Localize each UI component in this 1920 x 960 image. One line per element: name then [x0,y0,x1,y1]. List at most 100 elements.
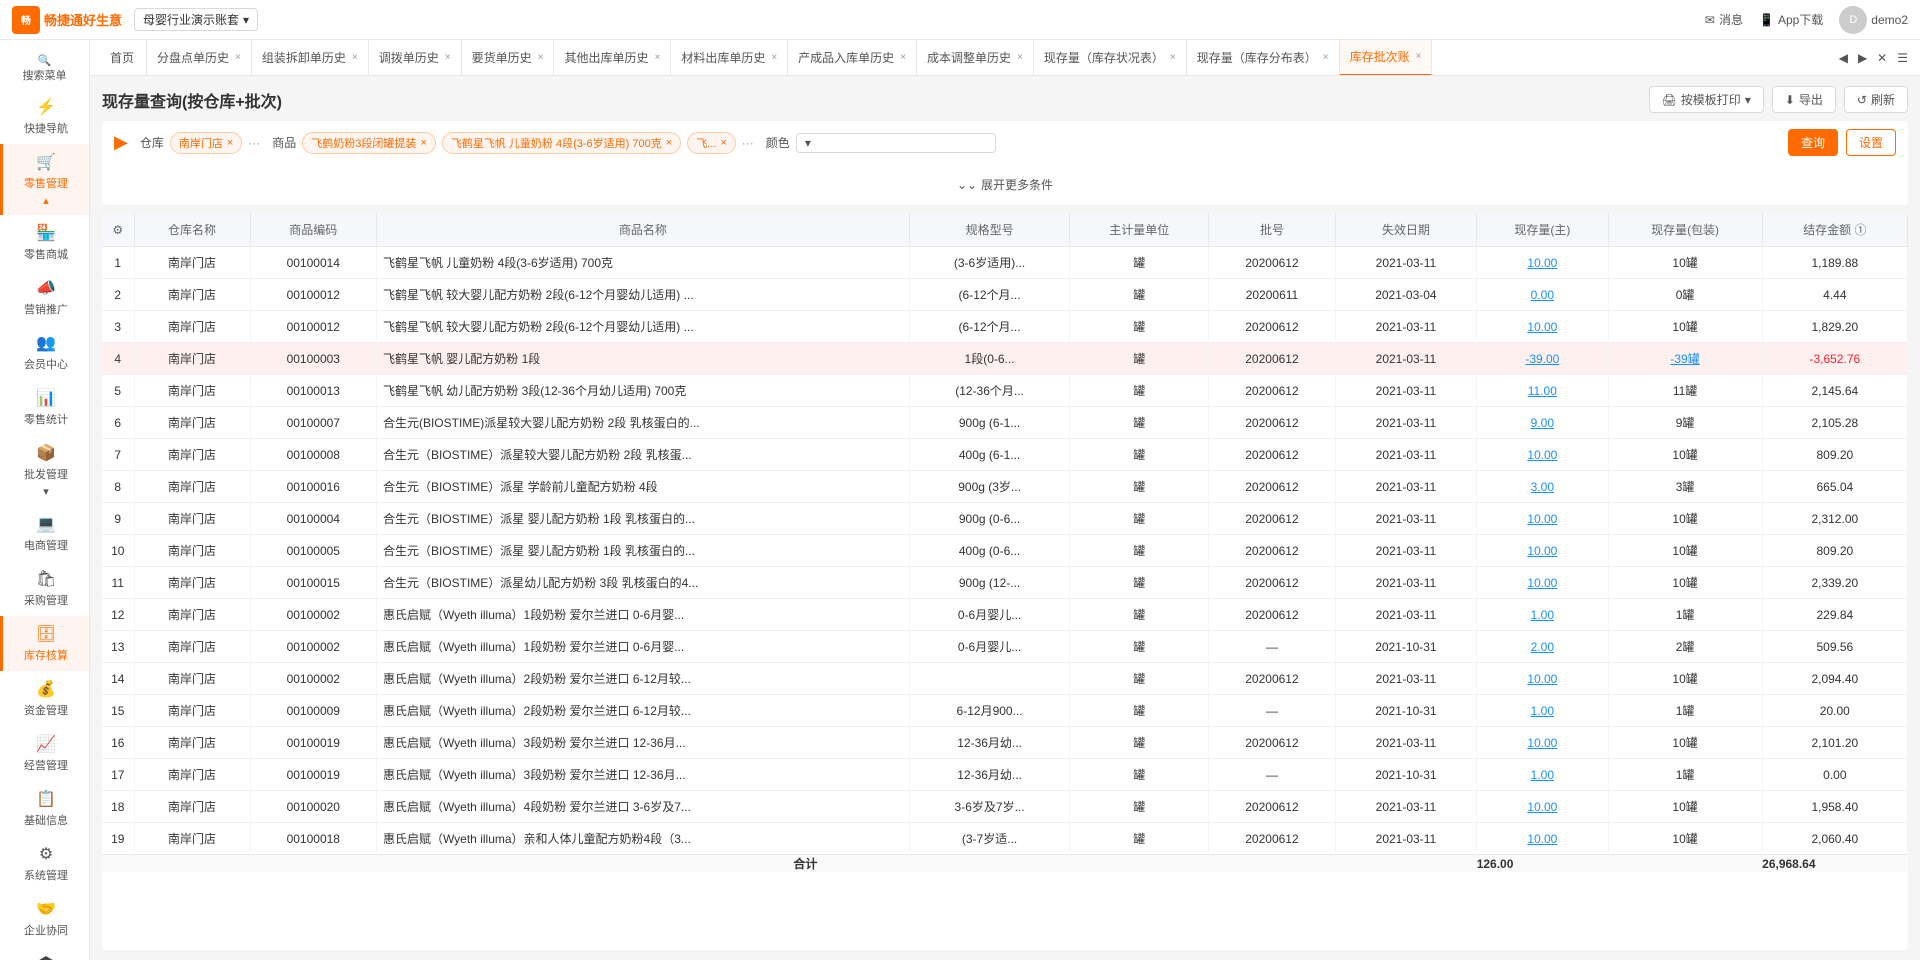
row-qty-main[interactable]: 3.00 [1477,471,1608,503]
tab-inventory-count[interactable]: 分盘点单历史 × [147,40,252,76]
refresh-button[interactable]: ↺ 刷新 [1844,86,1908,113]
row-expire: 2021-03-11 [1335,599,1477,631]
color-input[interactable]: ▾ [796,133,996,153]
sidebar-item-collab[interactable]: 🤝 企业协同 [0,891,89,946]
row-qty-main[interactable]: 0.00 [1477,279,1608,311]
product-more[interactable]: ··· [742,136,754,150]
tab-batch-ledger[interactable]: 库存批次账 × [1340,40,1433,76]
row-qty-main[interactable]: 10.00 [1477,663,1608,695]
tab-material-out[interactable]: 材料出库单历史 × [671,40,788,76]
tab-close-transfer[interactable]: × [445,52,451,63]
tab-close-batch-ledger[interactable]: × [1416,51,1422,62]
tab-prev-button[interactable]: ◀ [1835,49,1852,67]
table-scroll[interactable]: ⚙ 仓库名称 商品编码 商品名称 规格型号 主计量单位 批号 失效日期 现存量(… [102,213,1908,950]
sidebar-item-member[interactable]: 👥 会员中心 [0,325,89,380]
sidebar-search[interactable]: 🔍 搜索菜单 [19,48,71,89]
sidebar-item-inventory[interactable]: 🗄 库存核算 [0,616,89,671]
tab-close-inventory-count[interactable]: × [235,52,241,63]
row-qty-main[interactable]: 10.00 [1477,311,1608,343]
filter-expand-arrow[interactable]: ▶ [114,132,128,153]
row-qty-main[interactable]: 10.00 [1477,727,1608,759]
product-tag-3-close[interactable]: × [720,137,726,149]
sidebar-item-basic-info[interactable]: 📋 基础信息 [0,781,89,836]
sidebar-item-operations[interactable]: 📈 经营管理 [0,726,89,781]
product-tag-2-close[interactable]: × [666,137,672,149]
settings-button[interactable]: 设置 [1846,129,1896,156]
sidebar-item-retail-mgmt[interactable]: 🛒 零售管理 ▴ [0,144,89,215]
tab-close-product-in[interactable]: × [900,52,906,63]
sidebar-item-finance[interactable]: 💰 资金管理 [0,671,89,726]
tab-close-other-out[interactable]: × [654,52,660,63]
tab-next-button[interactable]: ▶ [1854,49,1871,67]
row-qty-main[interactable]: 10.00 [1477,503,1608,535]
tab-transfer[interactable]: 调拨单历史 × [369,40,462,76]
row-qty-main[interactable]: 2.00 [1477,631,1608,663]
tab-close-material-out[interactable]: × [771,52,777,63]
expand-conditions-button[interactable]: ⌄⌄ 展开更多条件 [949,172,1061,197]
warehouse-tag-close[interactable]: × [227,137,233,149]
tab-close-stock-dist[interactable]: × [1323,52,1329,63]
message-button[interactable]: ✉ 消息 [1705,11,1743,28]
sidebar-item-guide[interactable]: 🎓 新手引导 [0,946,89,960]
sidebar-shortcut[interactable]: ⚡ 快捷导航 [0,89,89,144]
table-body: 1 南岸门店 00100014 飞鹤星飞帆 儿童奶粉 4段(3-6岁适用) 70… [102,247,1908,855]
tab-other-out[interactable]: 其他出库单历史 × [554,40,671,76]
warehouse-tag[interactable]: 南岸门店 × [170,132,242,154]
sidebar-item-wholesale[interactable]: 📦 批发管理 ▾ [0,435,89,506]
tab-close-assembly[interactable]: × [352,52,358,63]
row-qty-main[interactable]: 10.00 [1477,567,1608,599]
tab-order[interactable]: 要货单历史 × [462,40,555,76]
tab-home[interactable]: 首页 [98,40,147,76]
print-button[interactable]: 🖨 按模板打印 ▾ [1649,86,1764,113]
tab-close-stock-status[interactable]: × [1170,52,1176,63]
message-label: 消息 [1719,11,1743,28]
row-code: 00100016 [250,471,376,503]
row-qty-main[interactable]: -39.00 [1477,343,1608,375]
logo-icon: 畅 [12,6,40,34]
row-qty-main[interactable]: 10.00 [1477,823,1608,855]
user-avatar-button[interactable]: D demo2 [1839,6,1908,34]
tab-assembly[interactable]: 组装拆卸单历史 × [252,40,369,76]
sidebar-item-purchase[interactable]: 🛍 采购管理 [0,561,89,616]
row-qty-main[interactable]: 10.00 [1477,439,1608,471]
store-selector[interactable]: 母婴行业演示账套 ▾ [134,8,258,31]
row-qty-pkg: 1罐 [1608,695,1762,727]
warehouse-more[interactable]: ··· [248,136,260,150]
row-qty-main[interactable]: 1.00 [1477,695,1608,727]
export-button[interactable]: ⬇ 导出 [1772,86,1836,113]
row-code: 00100008 [250,439,376,471]
sidebar-item-retail-mall[interactable]: 🏪 零售商城 [0,215,89,270]
tab-cost-adjust[interactable]: 成本调整单历史 × [917,40,1034,76]
product-tag-1-close[interactable]: × [420,137,426,149]
row-qty-main[interactable]: 1.00 [1477,599,1608,631]
row-qty-main[interactable]: 1.00 [1477,759,1608,791]
row-warehouse: 南岸门店 [134,823,250,855]
sidebar-item-wholesale-label: 批发管理 [24,466,68,482]
tab-stock-dist[interactable]: 现存量（库存分布表） × [1187,40,1340,76]
tab-menu-button[interactable]: ☰ [1893,49,1912,67]
tab-close-order[interactable]: × [538,52,544,63]
query-button[interactable]: 查询 [1788,129,1838,156]
finance-icon: 💰 [36,679,56,699]
sidebar-item-system[interactable]: ⚙ 系统管理 [0,836,89,891]
tab-close-cost-adjust[interactable]: × [1017,52,1023,63]
row-qty-main[interactable]: 10.00 [1477,535,1608,567]
tab-product-in[interactable]: 产成品入库单历史 × [788,40,917,76]
product-tag-2[interactable]: 飞鹤星飞帆 儿童奶粉 4段(3-6岁适用) 700克 × [442,132,681,154]
row-warehouse: 南岸门店 [134,759,250,791]
sidebar-item-marketing[interactable]: 📣 营销推广 [0,270,89,325]
product-tag-3[interactable]: 飞... × [687,132,736,154]
sidebar-item-ecommerce[interactable]: 💻 电商管理 [0,506,89,561]
row-qty-main[interactable]: 10.00 [1477,791,1608,823]
sidebar-item-retail-stats[interactable]: 📊 零售统计 [0,380,89,435]
tab-stock-status[interactable]: 现存量（库存状况表） × [1034,40,1187,76]
row-qty-main[interactable]: 9.00 [1477,407,1608,439]
app-download-button[interactable]: 📱 App下载 [1759,11,1823,28]
tab-close-all-button[interactable]: ✕ [1873,49,1891,67]
table-row: 4 南岸门店 00100003 飞鹤星飞帆 婴儿配方奶粉 1段 1段(0-6..… [102,343,1908,375]
product-tag-1[interactable]: 飞鹤奶粉3段闭罐提装 × [302,132,436,154]
row-batch: 20200612 [1209,599,1335,631]
table-row: 10 南岸门店 00100005 合生元（BIOSTIME）派星 婴儿配方奶粉 … [102,535,1908,567]
row-qty-main[interactable]: 11.00 [1477,375,1608,407]
row-qty-main[interactable]: 10.00 [1477,247,1608,279]
